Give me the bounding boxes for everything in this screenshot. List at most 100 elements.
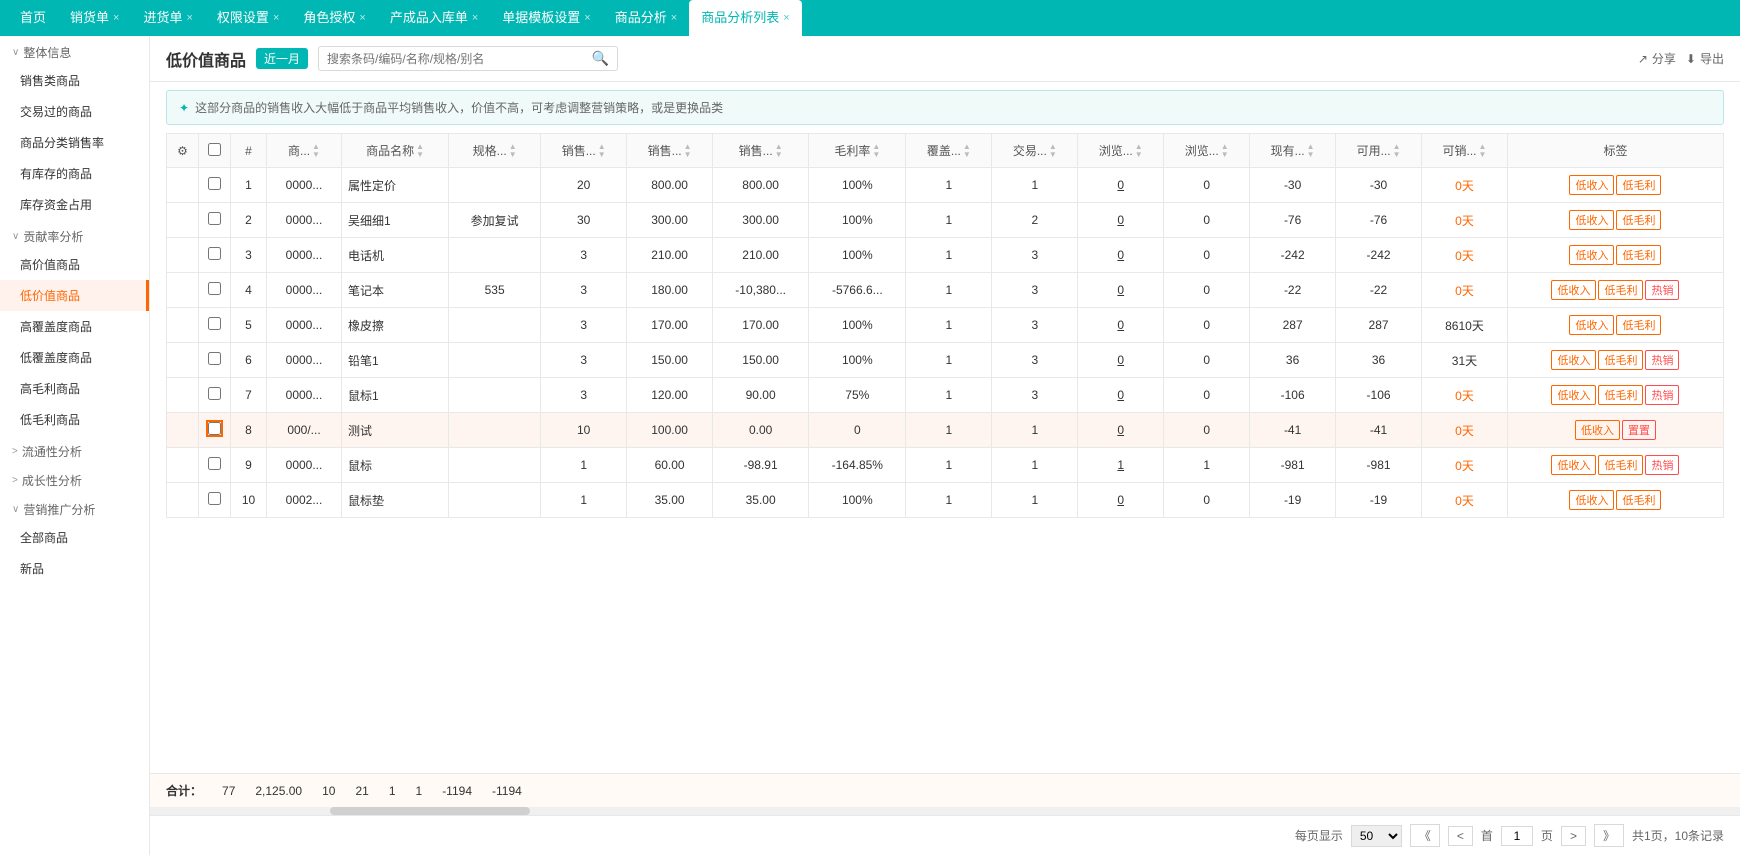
close-icon[interactable]: × xyxy=(472,0,478,36)
nav-purchase-order[interactable]: 进货单 × xyxy=(131,0,204,36)
share-button[interactable]: ↗ 分享 xyxy=(1638,50,1676,67)
th-coverage[interactable]: 覆盖...▲▼ xyxy=(906,134,992,168)
scrollbar-thumb[interactable] xyxy=(330,807,530,815)
cell-trade: 1 xyxy=(992,448,1078,483)
row-checkbox[interactable] xyxy=(208,422,221,435)
prev-page-button[interactable]: < xyxy=(1448,826,1473,846)
close-icon[interactable]: × xyxy=(273,0,279,36)
next-page-button[interactable]: > xyxy=(1561,826,1586,846)
table-row: 8 000/... 测试 10 100.00 0.00 0 1 1 0 0 -4… xyxy=(167,413,1724,448)
view-link[interactable]: 0 xyxy=(1117,388,1124,402)
view-link[interactable]: 0 xyxy=(1117,318,1124,332)
row-checkbox[interactable] xyxy=(208,387,221,400)
cell-tags: 低收入低毛利热销 xyxy=(1507,343,1723,378)
sidebar-group-liquidity[interactable]: > 流通性分析 xyxy=(0,435,149,464)
nav-product-analysis-list[interactable]: 商品分析列表 × xyxy=(689,0,801,36)
date-range-badge[interactable]: 近一月 xyxy=(256,48,308,69)
nav-template-settings[interactable]: 单据模板设置 × xyxy=(490,0,602,36)
sidebar-item-category-sales-rate[interactable]: 商品分类销售率 xyxy=(0,127,149,158)
row-checkbox[interactable] xyxy=(208,457,221,470)
view-link[interactable]: 0 xyxy=(1117,493,1124,507)
last-page-button[interactable]: 》 xyxy=(1594,824,1624,847)
th-settings[interactable]: ⚙ xyxy=(167,134,199,168)
cell-code: 0000... xyxy=(267,343,342,378)
sidebar-item-low-value[interactable]: 低价值商品 xyxy=(0,280,149,311)
product-tag: 低毛利 xyxy=(1598,350,1643,370)
th-sale-amount[interactable]: 销售...▲▼ xyxy=(627,134,713,168)
sidebar-item-stocked-products[interactable]: 有库存的商品 xyxy=(0,158,149,189)
th-sale-qty[interactable]: 销售...▲▼ xyxy=(541,134,627,168)
row-checkbox[interactable] xyxy=(208,352,221,365)
cell-gross-rate: -5766.6... xyxy=(809,273,906,308)
nav-home[interactable]: 首页 xyxy=(8,0,58,36)
table-row: 2 0000... 吴细细1 参加复试 30 300.00 300.00 100… xyxy=(167,203,1724,238)
view-link[interactable]: 0 xyxy=(1117,423,1124,437)
cell-settings xyxy=(167,238,199,273)
export-button[interactable]: ⬇ 导出 xyxy=(1686,50,1724,67)
view-link[interactable]: 0 xyxy=(1117,283,1124,297)
view-link[interactable]: 0 xyxy=(1117,353,1124,367)
sidebar-item-high-margin[interactable]: 高毛利商品 xyxy=(0,373,149,404)
horizontal-scrollbar[interactable] xyxy=(150,807,1740,815)
th-spec[interactable]: 规格...▲▼ xyxy=(449,134,541,168)
view-link[interactable]: 0 xyxy=(1117,178,1124,192)
nav-permissions[interactable]: 权限设置 × xyxy=(205,0,291,36)
sidebar-item-traded-products[interactable]: 交易过的商品 xyxy=(0,96,149,127)
close-icon[interactable]: × xyxy=(671,0,677,36)
th-trade[interactable]: 交易...▲▼ xyxy=(992,134,1078,168)
search-icon[interactable]: 🔍 xyxy=(592,50,609,67)
nav-role-auth[interactable]: 角色授权 × xyxy=(291,0,377,36)
sidebar-item-low-margin[interactable]: 低毛利商品 xyxy=(0,404,149,435)
sidebar-item-sales-products[interactable]: 销售类商品 xyxy=(0,65,149,96)
th-name[interactable]: 商品名称▲▼ xyxy=(342,134,449,168)
search-input[interactable] xyxy=(327,52,588,66)
sidebar-item-all-products[interactable]: 全部商品 xyxy=(0,522,149,553)
nav-sales-order[interactable]: 销货单 × xyxy=(58,0,131,36)
sidebar: ∨ 整体信息 销售类商品 交易过的商品 商品分类销售率 有库存的商品 库存资金占… xyxy=(0,36,150,855)
sidebar-item-new-products[interactable]: 新品 xyxy=(0,553,149,584)
row-checkbox[interactable] xyxy=(208,282,221,295)
close-icon[interactable]: × xyxy=(584,0,590,36)
th-code[interactable]: 商...▲▼ xyxy=(267,134,342,168)
view-link[interactable]: 0 xyxy=(1117,213,1124,227)
cell-trade: 3 xyxy=(992,378,1078,413)
nav-product-warehouse[interactable]: 产成品入库单 × xyxy=(378,0,490,36)
sidebar-item-high-coverage[interactable]: 高覆盖度商品 xyxy=(0,311,149,342)
row-checkbox[interactable] xyxy=(208,212,221,225)
page-size-select[interactable]: 50 100 200 xyxy=(1351,825,1402,847)
th-available[interactable]: 可用...▲▼ xyxy=(1336,134,1422,168)
th-sellable[interactable]: 可销...▲▼ xyxy=(1422,134,1508,168)
sidebar-group-marketing[interactable]: ∨ 营销推广分析 xyxy=(0,493,149,522)
th-view2[interactable]: 浏览...▲▼ xyxy=(1164,134,1250,168)
close-icon[interactable]: × xyxy=(186,0,192,36)
th-current-stock[interactable]: 现有...▲▼ xyxy=(1250,134,1336,168)
chevron-down-icon: ∨ xyxy=(12,231,19,242)
th-gross-rate[interactable]: 毛利率▲▼ xyxy=(809,134,906,168)
close-icon[interactable]: × xyxy=(359,0,365,36)
info-banner: ✦ 这部分商品的销售收入大幅低于商品平均销售收入，价值不高，可考虑调整营销策略，… xyxy=(166,90,1724,125)
cell-sale-cost: 35.00 xyxy=(713,483,809,518)
close-icon[interactable]: × xyxy=(783,0,789,36)
cell-current-stock: -106 xyxy=(1250,378,1336,413)
select-all-checkbox[interactable] xyxy=(208,143,221,156)
sidebar-group-growth[interactable]: > 成长性分析 xyxy=(0,464,149,493)
sidebar-item-high-value[interactable]: 高价值商品 xyxy=(0,249,149,280)
sidebar-item-stock-capital[interactable]: 库存资金占用 xyxy=(0,189,149,220)
nav-product-analysis[interactable]: 商品分析 × xyxy=(603,0,689,36)
row-checkbox[interactable] xyxy=(208,317,221,330)
first-page-button[interactable]: 《 xyxy=(1410,824,1440,847)
th-view1[interactable]: 浏览...▲▼ xyxy=(1078,134,1164,168)
row-checkbox[interactable] xyxy=(208,177,221,190)
cell-checkbox xyxy=(199,378,231,413)
sidebar-item-low-coverage[interactable]: 低覆盖度商品 xyxy=(0,342,149,373)
cell-tags: 低收入低毛利热销 xyxy=(1507,448,1723,483)
sidebar-group-overall[interactable]: ∨ 整体信息 xyxy=(0,36,149,65)
close-icon[interactable]: × xyxy=(113,0,119,36)
row-checkbox[interactable] xyxy=(208,247,221,260)
sidebar-group-contribution[interactable]: ∨ 贡献率分析 xyxy=(0,220,149,249)
view-link[interactable]: 1 xyxy=(1117,458,1124,472)
view-link[interactable]: 0 xyxy=(1117,248,1124,262)
th-sale-cost[interactable]: 销售...▲▼ xyxy=(713,134,809,168)
page-number-input[interactable] xyxy=(1501,826,1533,846)
row-checkbox[interactable] xyxy=(208,492,221,505)
